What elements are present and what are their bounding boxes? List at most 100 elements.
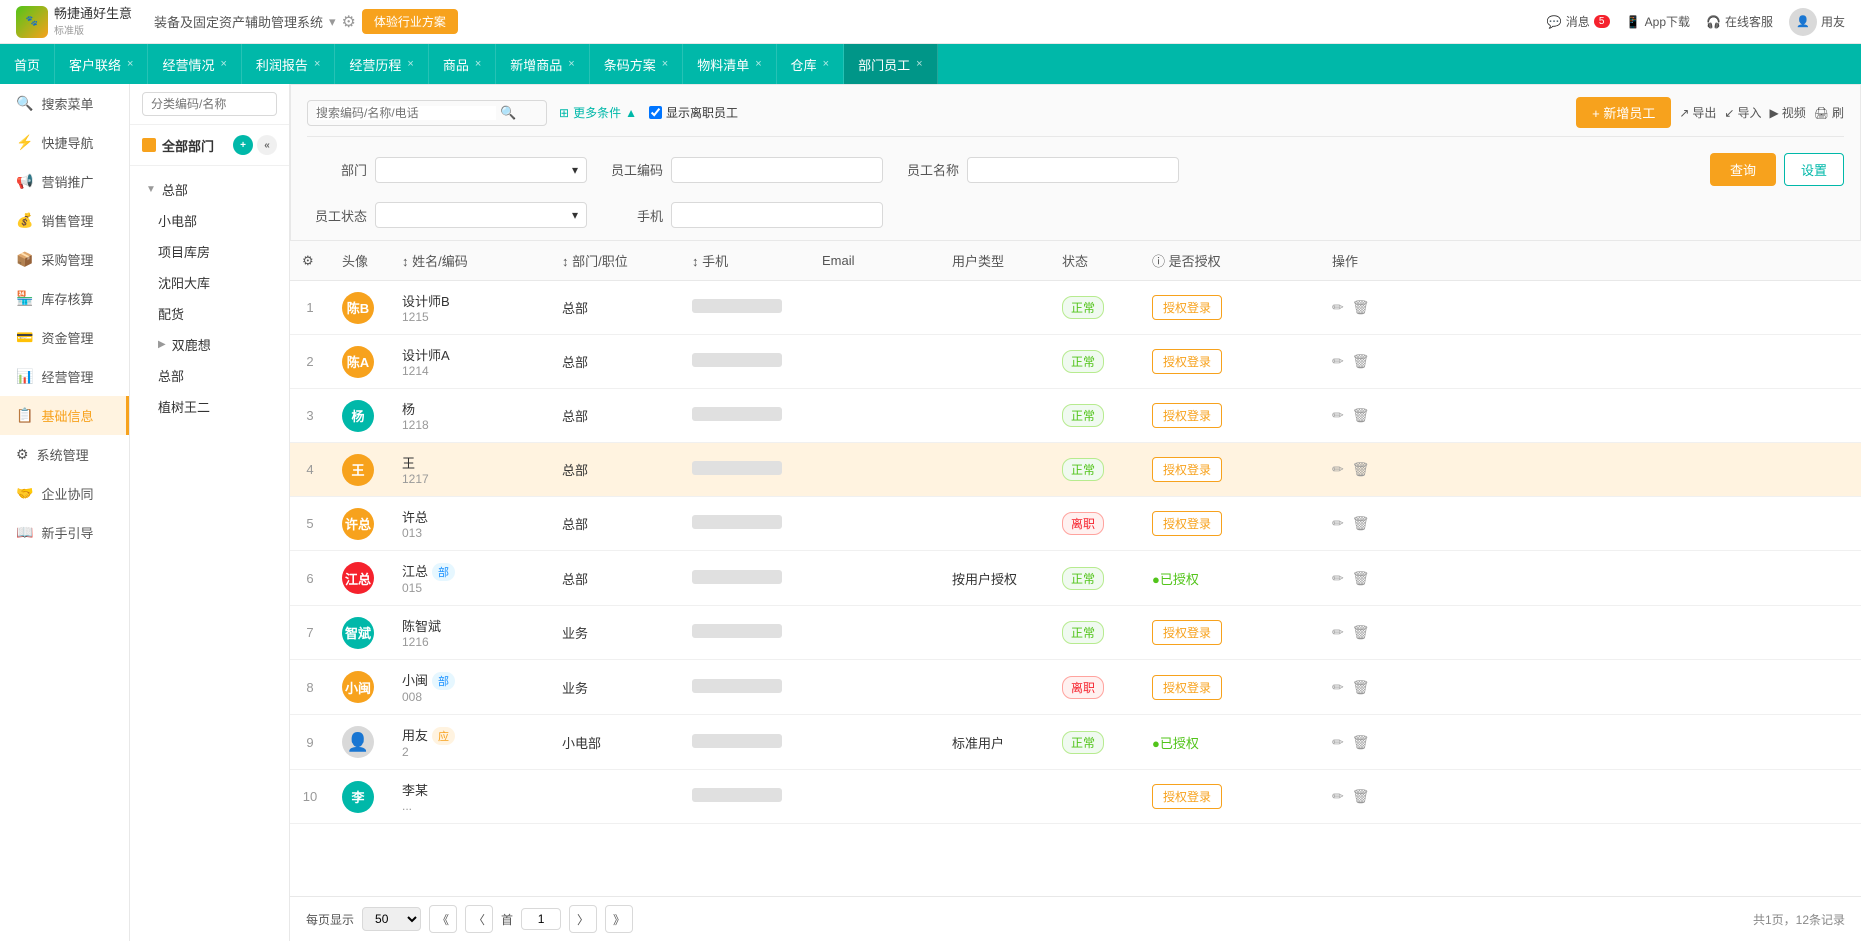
prev-page-btn[interactable]: 〈: [465, 905, 493, 933]
page-input[interactable]: [521, 908, 561, 930]
sidebar-item-快捷导航[interactable]: ⚡快捷导航: [0, 123, 129, 162]
edit-icon[interactable]: ✏: [1332, 515, 1344, 532]
sidebar-item-销售管理[interactable]: 💰销售管理: [0, 201, 129, 240]
export-btn[interactable]: ↗ 导出: [1679, 97, 1716, 128]
nav-close-icon[interactable]: ×: [823, 58, 829, 70]
show-resigned-input[interactable]: [649, 106, 662, 119]
first-page-btn[interactable]: 《: [429, 905, 457, 933]
sidebar-item-营销推广[interactable]: 📢营销推广: [0, 162, 129, 201]
import-btn[interactable]: ↙ 导入: [1724, 97, 1761, 128]
dept-node-双鹿想[interactable]: ▶双鹿想: [130, 329, 289, 360]
emp-code-input[interactable]: [671, 157, 883, 183]
app-download-btn[interactable]: 📱 App下载: [1626, 13, 1690, 30]
authorize-btn[interactable]: 授权登录: [1152, 784, 1222, 809]
edit-icon[interactable]: ✏: [1332, 353, 1344, 370]
dept-node-植树王二[interactable]: 植树王二: [130, 391, 289, 422]
nav-item-条码方案[interactable]: 条码方案×: [590, 44, 683, 84]
edit-icon[interactable]: ✏: [1332, 299, 1344, 316]
nav-item-部门员工[interactable]: 部门员工×: [844, 44, 937, 84]
sidebar-item-新手引导[interactable]: 📖新手引导: [0, 513, 129, 552]
more-conditions-btn[interactable]: ⊞ 更多条件 ▲: [559, 104, 637, 121]
nav-close-icon[interactable]: ×: [916, 58, 922, 70]
dept-collapse-btn[interactable]: «: [257, 135, 277, 155]
dept-node-小电部[interactable]: 小电部: [130, 205, 289, 236]
edit-icon[interactable]: ✏: [1332, 734, 1344, 751]
dept-select[interactable]: ▾: [375, 157, 587, 183]
sidebar-item-企业协同[interactable]: 🤝企业协同: [0, 474, 129, 513]
sidebar-item-基础信息[interactable]: 📋基础信息: [0, 396, 129, 435]
sidebar-item-经营管理[interactable]: 📊经营管理: [0, 357, 129, 396]
online-service-btn[interactable]: 🎧 在线客服: [1706, 13, 1773, 30]
print-btn[interactable]: 🖨 刷: [1814, 97, 1844, 128]
delete-icon[interactable]: 🗑: [1352, 679, 1370, 696]
delete-icon[interactable]: 🗑: [1352, 624, 1370, 641]
nav-close-icon[interactable]: ×: [755, 58, 761, 70]
nav-item-仓库[interactable]: 仓库×: [777, 44, 844, 84]
authorize-btn[interactable]: 授权登录: [1152, 675, 1222, 700]
edit-icon[interactable]: ✏: [1332, 624, 1344, 641]
edit-icon[interactable]: ✏: [1332, 788, 1344, 805]
delete-icon[interactable]: 🗑: [1352, 788, 1370, 805]
message-btn[interactable]: 💬 消息 5: [1547, 13, 1610, 30]
dept-node-沈阳大库[interactable]: 沈阳大库: [130, 267, 289, 298]
nav-close-icon[interactable]: ×: [568, 58, 574, 70]
delete-icon[interactable]: 🗑: [1352, 734, 1370, 751]
delete-icon[interactable]: 🗑: [1352, 461, 1370, 478]
nav-item-物料清单[interactable]: 物料清单×: [683, 44, 776, 84]
user-area[interactable]: 👤 用友: [1789, 8, 1845, 36]
nav-close-icon[interactable]: ×: [662, 58, 668, 70]
add-employee-btn[interactable]: + 新增员工: [1576, 97, 1671, 128]
dept-search-input[interactable]: [142, 92, 277, 116]
authorize-btn[interactable]: 授权登录: [1152, 403, 1222, 428]
dept-node-项目库房[interactable]: 项目库房: [130, 236, 289, 267]
nav-item-经营情况[interactable]: 经营情况×: [148, 44, 241, 84]
delete-icon[interactable]: 🗑: [1352, 515, 1370, 532]
nav-item-经营历程[interactable]: 经营历程×: [335, 44, 428, 84]
nav-close-icon[interactable]: ×: [220, 58, 226, 70]
search-icon[interactable]: 🔍: [500, 105, 516, 121]
nav-close-icon[interactable]: ×: [475, 58, 481, 70]
edit-icon[interactable]: ✏: [1332, 570, 1344, 587]
authorize-btn[interactable]: 授权登录: [1152, 457, 1222, 482]
nav-item-商品[interactable]: 商品×: [429, 44, 496, 84]
authorize-btn[interactable]: 授权登录: [1152, 295, 1222, 320]
dept-node-总部[interactable]: ▼总部: [130, 174, 289, 205]
nav-item-新增商品[interactable]: 新增商品×: [496, 44, 589, 84]
dept-node-配货[interactable]: 配货: [130, 298, 289, 329]
page-size-select[interactable]: 50 100 200: [362, 907, 421, 931]
query-btn[interactable]: 查询: [1710, 153, 1776, 186]
nav-item-首页[interactable]: 首页: [0, 44, 55, 84]
sidebar-item-资金管理[interactable]: 💳资金管理: [0, 318, 129, 357]
delete-icon[interactable]: 🗑: [1352, 570, 1370, 587]
dept-add-btn[interactable]: +: [233, 135, 253, 155]
sidebar-item-采购管理[interactable]: 📦采购管理: [0, 240, 129, 279]
delete-icon[interactable]: 🗑: [1352, 353, 1370, 370]
employee-search-input[interactable]: [316, 106, 496, 120]
nav-item-利润报告[interactable]: 利润报告×: [242, 44, 335, 84]
sidebar-item-库存核算[interactable]: 🏪库存核算: [0, 279, 129, 318]
view-btn[interactable]: ▶ 视频: [1770, 97, 1806, 128]
dept-node-总部[interactable]: 总部: [130, 360, 289, 391]
sidebar-item-搜索菜单[interactable]: 🔍搜索菜单: [0, 84, 129, 123]
edit-icon[interactable]: ✏: [1332, 679, 1344, 696]
nav-item-客户联络[interactable]: 客户联络×: [55, 44, 148, 84]
setting-btn[interactable]: 设置: [1784, 153, 1844, 186]
dropdown-arrow-icon[interactable]: ▾: [329, 14, 336, 30]
experience-btn[interactable]: 体验行业方案: [362, 9, 458, 34]
nav-close-icon[interactable]: ×: [407, 58, 413, 70]
settings-icon[interactable]: ⚙: [342, 12, 356, 32]
phone-input[interactable]: [671, 202, 883, 228]
authorize-btn[interactable]: 授权登录: [1152, 349, 1222, 374]
edit-icon[interactable]: ✏: [1332, 407, 1344, 424]
edit-icon[interactable]: ✏: [1332, 461, 1344, 478]
sidebar-item-系统管理[interactable]: ⚙系统管理: [0, 435, 129, 474]
delete-icon[interactable]: 🗑: [1352, 407, 1370, 424]
authorize-btn[interactable]: 授权登录: [1152, 620, 1222, 645]
emp-name-input[interactable]: [967, 157, 1179, 183]
emp-status-select[interactable]: ▾: [375, 202, 587, 228]
delete-icon[interactable]: 🗑: [1352, 299, 1370, 316]
nav-close-icon[interactable]: ×: [314, 58, 320, 70]
last-page-btn[interactable]: 》: [605, 905, 633, 933]
authorize-btn[interactable]: 授权登录: [1152, 511, 1222, 536]
next-page-btn[interactable]: 〉: [569, 905, 597, 933]
